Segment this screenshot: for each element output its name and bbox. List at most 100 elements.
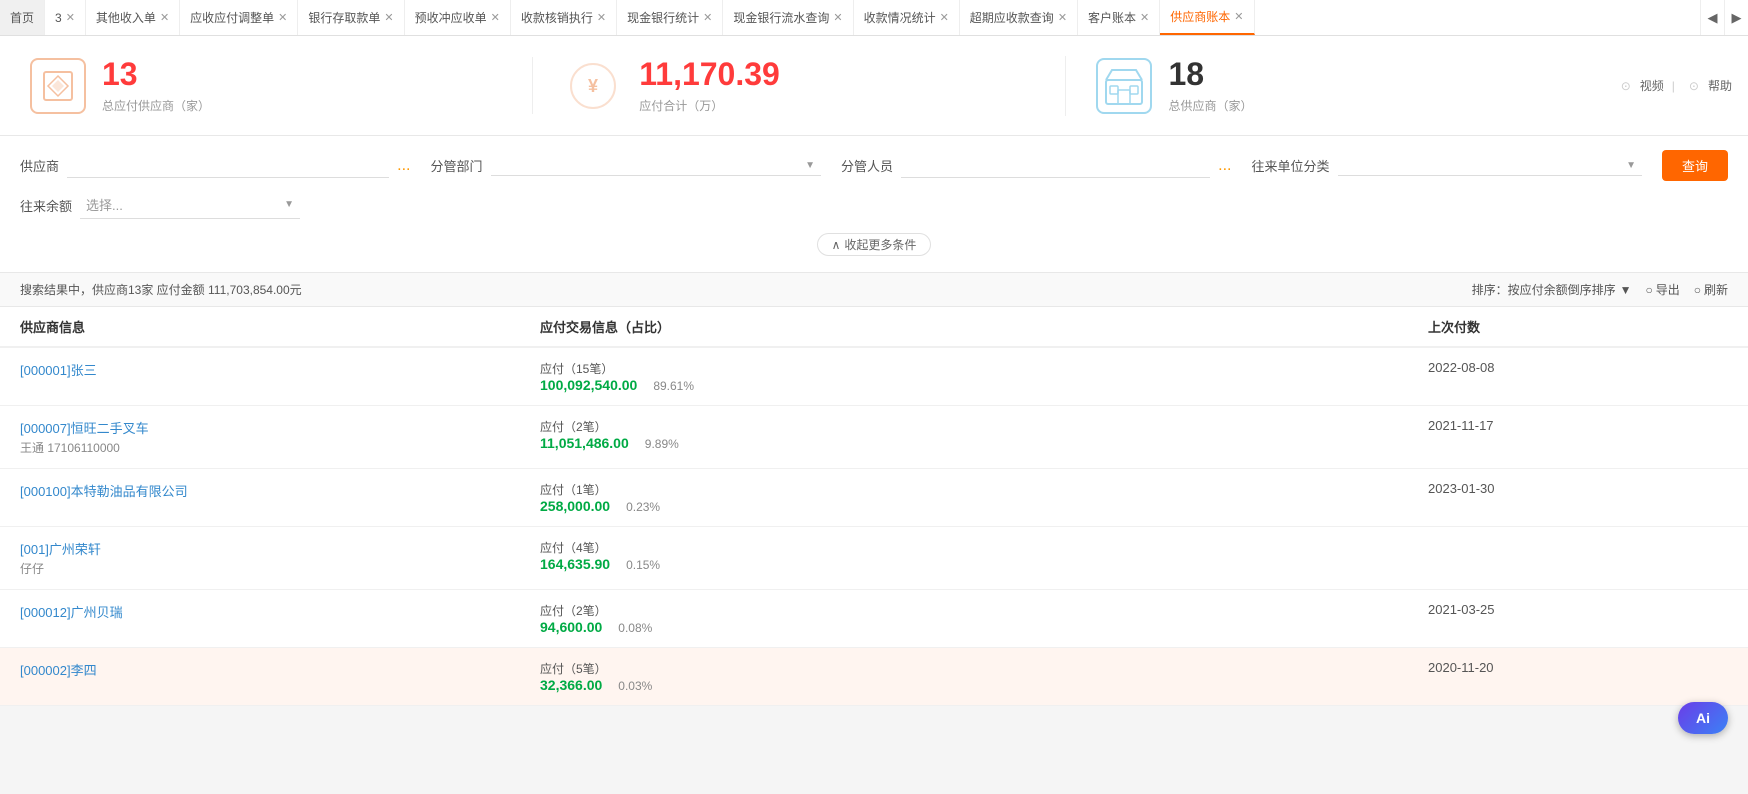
tx-percent-6: 0.03% — [618, 679, 652, 693]
filter-balance: 往来余额 选择... ▼ — [20, 191, 300, 219]
payable-icon: ¥ — [563, 56, 623, 116]
nav-scroll-arrows: ◀ ▶ — [1700, 0, 1748, 36]
filter-category: 往来单位分类 ▼ — [1252, 156, 1643, 176]
col-supplier-info: 供应商信息 — [20, 317, 540, 336]
close-other-income[interactable]: ✕ — [160, 11, 169, 24]
supplier-link-2[interactable]: [000007]恒旺二手叉车 — [20, 421, 149, 436]
supplier-ellipsis[interactable]: ... — [397, 157, 410, 175]
dept-chevron-down-icon: ▼ — [805, 160, 815, 171]
refresh-button[interactable]: ○ 刷新 — [1694, 281, 1728, 298]
collapse-up-icon: ∧ — [832, 238, 841, 252]
tx-amount-2[interactable]: 11,051,486.00 — [540, 435, 629, 451]
supplier-input[interactable] — [67, 154, 389, 178]
tx-row-5: 94,600.00 0.08% — [540, 619, 1428, 635]
nav-receipt-verify[interactable]: 收款核销执行 ✕ — [511, 0, 617, 35]
close-supplier-ledger[interactable]: ✕ — [1234, 10, 1243, 23]
export-button[interactable]: ○ 导出 — [1645, 281, 1679, 298]
supplier-link-4[interactable]: [001]广州荣轩 — [20, 542, 101, 557]
balance-select[interactable]: 选择... ▼ — [80, 191, 300, 219]
query-button[interactable]: 查询 — [1662, 150, 1728, 181]
person-ellipsis[interactable]: ... — [1218, 157, 1231, 175]
supplier-link-3[interactable]: [000100]本特勒油品有限公司 — [20, 484, 188, 499]
collapse-label: 收起更多条件 — [844, 236, 916, 253]
summary-card-suppliers-text: 13 总应付供应商（家） — [102, 57, 210, 113]
help-link[interactable]: 帮助 — [1708, 77, 1732, 94]
tx-label-3: 应付（1笔） — [540, 483, 607, 497]
col-tx-info: 应付交易信息（占比） — [540, 317, 1428, 336]
supplier-link-1[interactable]: [000001]张三 — [20, 363, 97, 378]
nav-cash-bank-stat[interactable]: 现金银行统计 ✕ — [617, 0, 723, 35]
tx-row-4: 164,635.90 0.15% — [540, 556, 1428, 572]
last-pay-cell-3: 2023-01-30 — [1428, 481, 1728, 496]
nav-tab3[interactable]: 3 ✕ — [45, 0, 86, 35]
tx-amount-4[interactable]: 164,635.90 — [540, 556, 610, 572]
summary-card-all-suppliers: 18 总供应商（家） — [1066, 57, 1598, 113]
nav-customer-ledger[interactable]: 客户账本 ✕ — [1078, 0, 1160, 35]
supplier-cell-5: [000012]广州贝瑞 — [20, 602, 540, 621]
supplier-icon — [30, 58, 86, 114]
tx-amount-1[interactable]: 100,092,540.00 — [540, 377, 637, 393]
category-select[interactable]: ▼ — [1338, 156, 1642, 176]
supplier-link-5[interactable]: [000012]广州贝瑞 — [20, 605, 123, 620]
last-pay-3: 2023-01-30 — [1428, 481, 1495, 496]
tx-row-3: 258,000.00 0.23% — [540, 498, 1428, 514]
export-label: 导出 — [1656, 281, 1680, 298]
close-overdue-ar[interactable]: ✕ — [1058, 11, 1067, 24]
suppliers-number: 13 — [102, 57, 210, 92]
last-pay-cell-2: 2021-11-17 — [1428, 418, 1728, 433]
help-links: ⊙ 视频 | ⊙ 帮助 — [1599, 77, 1748, 94]
nav-left-arrow[interactable]: ◀ — [1700, 0, 1724, 36]
close-receipt-stat[interactable]: ✕ — [940, 11, 949, 24]
last-pay-5: 2021-03-25 — [1428, 602, 1495, 617]
filter-section: 供应商 ... 分管部门 ▼ 分管人员 ... 往来单位分类 ▼ 查询 — [0, 136, 1748, 273]
summary-card-total: ¥ 11,170.39 应付合计（万） — [533, 56, 1066, 116]
table-row: [001]广州荣轩 仔仔 应付（4笔） 164,635.90 0.15% — [0, 527, 1748, 590]
nav-other-income[interactable]: 其他收入单 ✕ — [86, 0, 180, 35]
close-cash-bank-stat[interactable]: ✕ — [703, 11, 712, 24]
nav-receipt-stat[interactable]: 收款情况统计 ✕ — [854, 0, 960, 35]
tx-amount-3[interactable]: 258,000.00 — [540, 498, 610, 514]
sort-button[interactable]: 排序：按应付余额倒序排序 ▼ — [1472, 281, 1632, 298]
supplier-link-6[interactable]: [000002]李四 — [20, 663, 97, 678]
nav-bank-deposit[interactable]: 银行存取款单 ✕ — [298, 0, 404, 35]
nav-prepay-ar[interactable]: 预收冲应收单 ✕ — [405, 0, 511, 35]
ai-button-container: Ai — [1678, 702, 1728, 734]
last-pay-6: 2020-11-20 — [1428, 660, 1494, 675]
close-tab3[interactable]: ✕ — [66, 11, 75, 24]
filter-row-2: 往来余额 选择... ▼ — [20, 191, 300, 219]
tx-amount-5[interactable]: 94,600.00 — [540, 619, 602, 635]
tx-amount-6[interactable]: 32,366.00 — [540, 677, 602, 693]
collapse-btn[interactable]: ∧ 收起更多条件 — [817, 233, 932, 256]
tx-label-2: 应付（2笔） — [540, 420, 607, 434]
table-header: 供应商信息 应付交易信息（占比） 上次付数 — [0, 307, 1748, 348]
close-ar-ap-adjust[interactable]: ✕ — [278, 11, 287, 24]
ai-button[interactable]: Ai — [1678, 702, 1728, 734]
nav-cash-bank-flow[interactable]: 现金银行流水查询 ✕ — [723, 0, 853, 35]
nav-ar-ap-adjust[interactable]: 应收应付调整单 ✕ — [180, 0, 298, 35]
person-input[interactable] — [901, 154, 1210, 178]
close-receipt-verify[interactable]: ✕ — [597, 11, 606, 24]
nav-overdue-ar[interactable]: 超期应收款查询 ✕ — [960, 0, 1078, 35]
summary-card-total-text: 11,170.39 应付合计（万） — [639, 57, 780, 113]
tx-label-6: 应付（5笔） — [540, 662, 607, 676]
dept-select[interactable]: ▼ — [491, 156, 821, 176]
close-bank-deposit[interactable]: ✕ — [384, 11, 393, 24]
tx-label-4: 应付（4笔） — [540, 541, 607, 555]
supplier-cell-3: [000100]本特勒油品有限公司 — [20, 481, 540, 500]
tx-percent-2: 9.89% — [645, 437, 679, 451]
main-table: 供应商信息 应付交易信息（占比） 上次付数 [000001]张三 应付（15笔）… — [0, 307, 1748, 706]
nav-supplier-ledger[interactable]: 供应商账本 ✕ — [1160, 0, 1254, 35]
nav-right-arrow[interactable]: ▶ — [1724, 0, 1748, 36]
supplier-cell-2: [000007]恒旺二手叉车 王通 17106110000 — [20, 418, 540, 456]
dept-label: 分管部门 — [431, 156, 483, 175]
close-customer-ledger[interactable]: ✕ — [1140, 11, 1149, 24]
supplier-cell-4: [001]广州荣轩 仔仔 — [20, 539, 540, 577]
table-row: [000100]本特勒油品有限公司 应付（1笔） 258,000.00 0.23… — [0, 469, 1748, 527]
balance-label: 往来余额 — [20, 196, 72, 215]
nav-home[interactable]: 首页 — [0, 0, 45, 35]
video-link[interactable]: 视频 — [1640, 77, 1664, 94]
close-prepay-ar[interactable]: ✕ — [491, 11, 500, 24]
close-cash-bank-flow[interactable]: ✕ — [833, 11, 842, 24]
sort-chevron-down-icon: ▼ — [1620, 283, 1632, 297]
total-number: 11,170.39 — [639, 57, 780, 92]
